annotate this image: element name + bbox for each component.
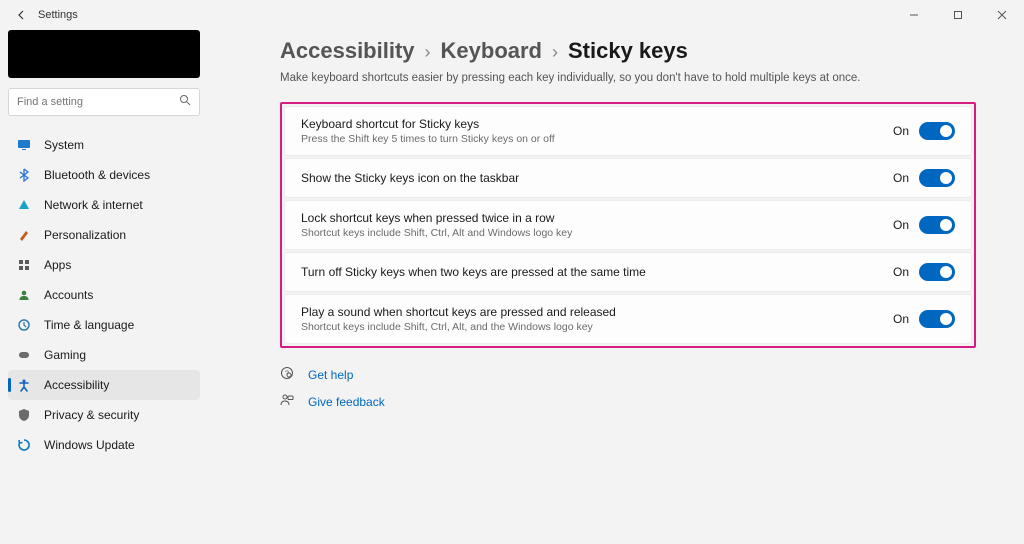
breadcrumb-keyboard[interactable]: Keyboard bbox=[441, 38, 542, 64]
nav-item-label: Accounts bbox=[44, 288, 93, 302]
footer-links: ? Get help Give feedback bbox=[280, 366, 976, 410]
privacy-icon bbox=[16, 407, 32, 423]
setting-sub: Press the Shift key 5 times to turn Stic… bbox=[301, 133, 893, 145]
nav-item-label: Time & language bbox=[44, 318, 134, 332]
nav-item-system[interactable]: System bbox=[8, 130, 200, 160]
toggle-switch[interactable] bbox=[919, 216, 955, 234]
give-feedback-label: Give feedback bbox=[308, 395, 385, 409]
nav-item-bluetooth-devices[interactable]: Bluetooth & devices bbox=[8, 160, 200, 190]
chevron-right-icon: › bbox=[425, 42, 431, 63]
nav-item-apps[interactable]: Apps bbox=[8, 250, 200, 280]
nav-item-gaming[interactable]: Gaming bbox=[8, 340, 200, 370]
toggle-state-label: On bbox=[893, 171, 909, 185]
setting-title: Play a sound when shortcut keys are pres… bbox=[301, 305, 893, 319]
nav-item-label: Apps bbox=[44, 258, 71, 272]
nav-item-accessibility[interactable]: Accessibility bbox=[8, 370, 200, 400]
nav-item-label: Windows Update bbox=[44, 438, 135, 452]
close-button[interactable] bbox=[980, 0, 1024, 30]
search-input[interactable] bbox=[17, 96, 179, 108]
brush-icon bbox=[16, 227, 32, 243]
account-icon bbox=[16, 287, 32, 303]
minimize-button[interactable] bbox=[892, 0, 936, 30]
toggle-state-label: On bbox=[893, 312, 909, 326]
nav-item-label: System bbox=[44, 138, 84, 152]
toggle-state-label: On bbox=[893, 124, 909, 138]
update-icon bbox=[16, 437, 32, 453]
maximize-button[interactable] bbox=[936, 0, 980, 30]
wifi-icon bbox=[16, 197, 32, 213]
nav-item-label: Gaming bbox=[44, 348, 86, 362]
toggle-state-label: On bbox=[893, 265, 909, 279]
breadcrumb-accessibility[interactable]: Accessibility bbox=[280, 38, 415, 64]
titlebar: Settings bbox=[0, 0, 1024, 30]
setting-title: Keyboard shortcut for Sticky keys bbox=[301, 117, 893, 131]
setting-row: Play a sound when shortcut keys are pres… bbox=[284, 294, 972, 344]
accessibility-icon bbox=[16, 377, 32, 393]
toggle-switch[interactable] bbox=[919, 263, 955, 281]
nav-item-label: Privacy & security bbox=[44, 408, 139, 422]
nav-item-label: Personalization bbox=[44, 228, 126, 242]
search-icon bbox=[179, 93, 191, 111]
setting-row: Show the Sticky keys icon on the taskbar… bbox=[284, 158, 972, 198]
main-content: Accessibility › Keyboard › Sticky keys M… bbox=[208, 30, 1024, 544]
help-icon: ? bbox=[280, 366, 296, 383]
apps-icon bbox=[16, 257, 32, 273]
toggle-switch[interactable] bbox=[919, 122, 955, 140]
setting-sub: Shortcut keys include Shift, Ctrl, Alt a… bbox=[301, 227, 893, 239]
setting-row: Keyboard shortcut for Sticky keys Press t… bbox=[284, 106, 972, 156]
gaming-icon bbox=[16, 347, 32, 363]
nav-item-time-language[interactable]: Time & language bbox=[8, 310, 200, 340]
sidebar: System Bluetooth & devices Network & inter… bbox=[0, 30, 208, 544]
nav-item-accounts[interactable]: Accounts bbox=[8, 280, 200, 310]
nav-list: System Bluetooth & devices Network & inter… bbox=[8, 130, 200, 460]
time-icon bbox=[16, 317, 32, 333]
toggle-state-label: On bbox=[893, 218, 909, 232]
profile-block[interactable] bbox=[8, 30, 200, 78]
breadcrumb: Accessibility › Keyboard › Sticky keys bbox=[280, 38, 976, 64]
nav-item-label: Accessibility bbox=[44, 378, 109, 392]
back-button[interactable] bbox=[14, 7, 30, 23]
setting-row: Turn off Sticky keys when two keys are p… bbox=[284, 252, 972, 292]
svg-text:?: ? bbox=[285, 371, 289, 378]
setting-title: Turn off Sticky keys when two keys are p… bbox=[301, 265, 893, 279]
bluetooth-icon bbox=[16, 167, 32, 183]
toggle-switch[interactable] bbox=[919, 169, 955, 187]
nav-item-privacy-security[interactable]: Privacy & security bbox=[8, 400, 200, 430]
nav-item-windows-update[interactable]: Windows Update bbox=[8, 430, 200, 460]
nav-item-personalization[interactable]: Personalization bbox=[8, 220, 200, 250]
breadcrumb-current: Sticky keys bbox=[568, 38, 688, 64]
feedback-icon bbox=[280, 393, 296, 410]
setting-row: Lock shortcut keys when pressed twice in… bbox=[284, 200, 972, 250]
setting-sub: Shortcut keys include Shift, Ctrl, Alt, … bbox=[301, 321, 893, 333]
toggle-switch[interactable] bbox=[919, 310, 955, 328]
display-icon bbox=[16, 137, 32, 153]
window-title: Settings bbox=[38, 9, 78, 21]
window-controls bbox=[892, 0, 1024, 30]
search-box[interactable] bbox=[8, 88, 200, 116]
get-help-link[interactable]: ? Get help bbox=[280, 366, 976, 383]
nav-item-network-internet[interactable]: Network & internet bbox=[8, 190, 200, 220]
chevron-right-icon: › bbox=[552, 42, 558, 63]
settings-group: Keyboard shortcut for Sticky keys Press t… bbox=[280, 102, 976, 348]
get-help-label: Get help bbox=[308, 368, 353, 382]
setting-title: Show the Sticky keys icon on the taskbar bbox=[301, 171, 893, 185]
give-feedback-link[interactable]: Give feedback bbox=[280, 393, 976, 410]
setting-title: Lock shortcut keys when pressed twice in… bbox=[301, 211, 893, 225]
page-subheading: Make keyboard shortcuts easier by pressi… bbox=[280, 72, 976, 84]
nav-item-label: Bluetooth & devices bbox=[44, 168, 150, 182]
nav-item-label: Network & internet bbox=[44, 198, 143, 212]
